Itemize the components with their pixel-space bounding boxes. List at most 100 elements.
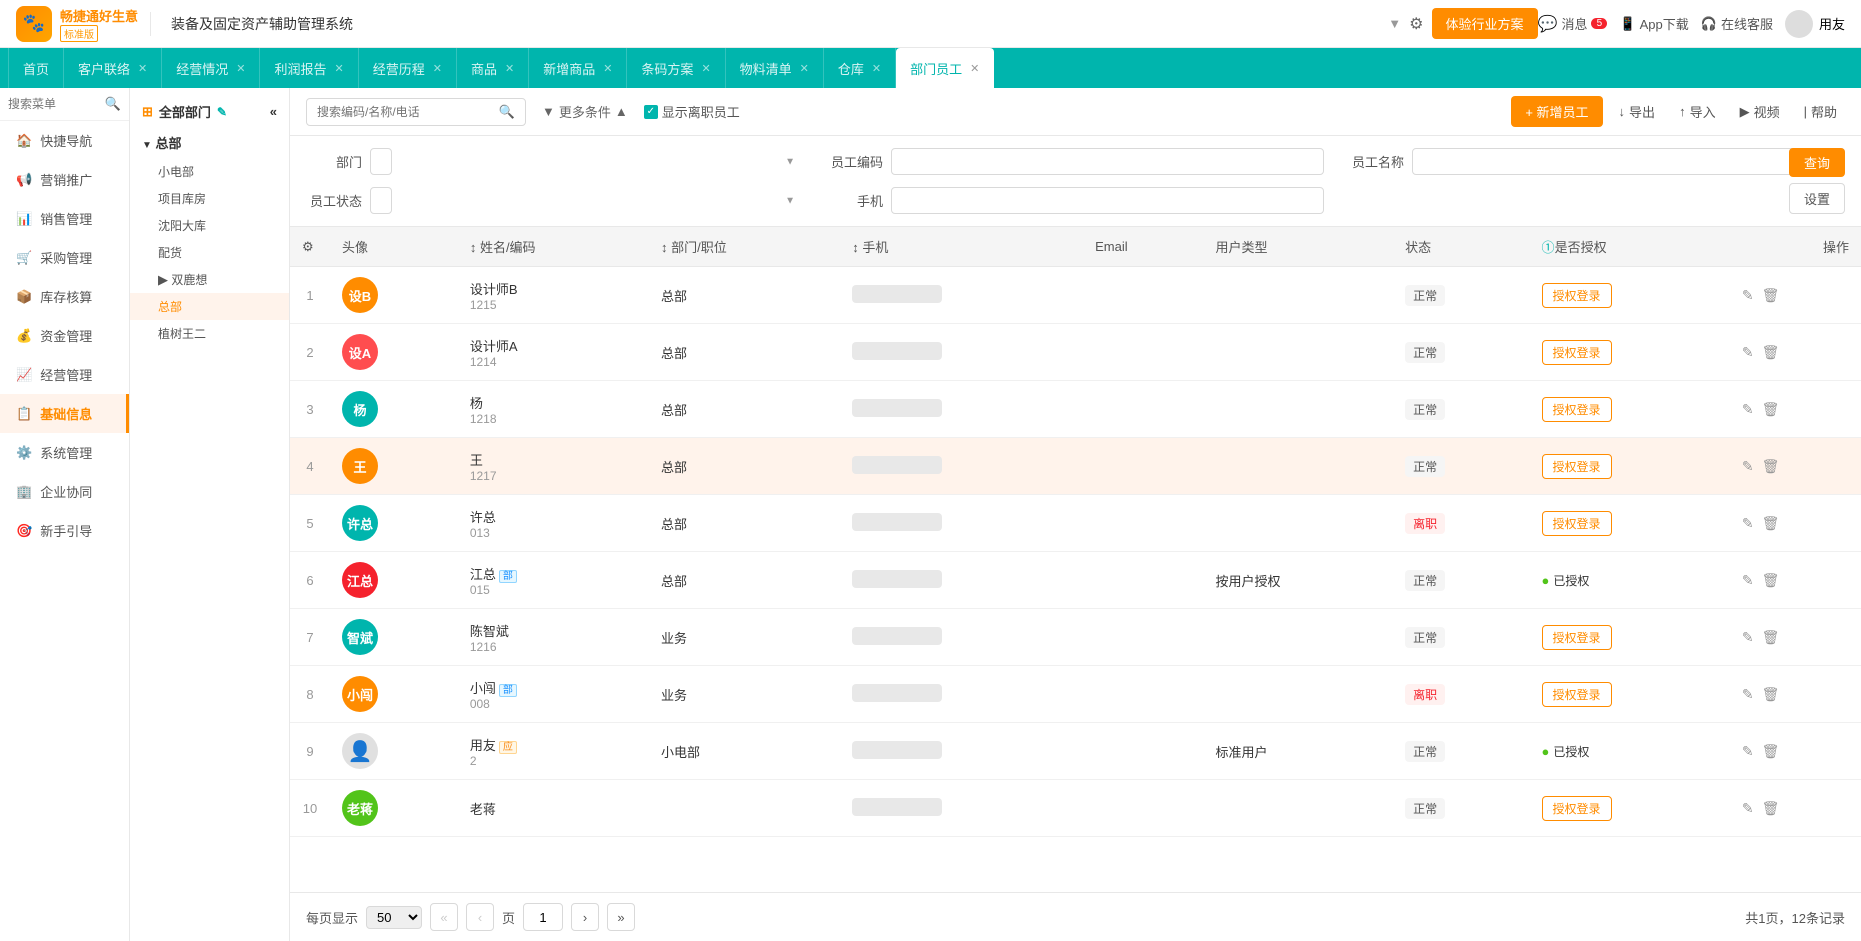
- first-page-btn[interactable]: «: [430, 903, 458, 931]
- auth-login-button[interactable]: 授权登录: [1542, 283, 1612, 308]
- auth-login-button[interactable]: 授权登录: [1542, 682, 1612, 707]
- col-name[interactable]: ↕ 姓名/编码: [458, 227, 649, 267]
- tab-warehouse[interactable]: 仓库 ✕: [824, 48, 896, 88]
- tab-goods[interactable]: 商品 ✕: [457, 48, 529, 88]
- add-employee-button[interactable]: + 新增员工: [1511, 96, 1602, 127]
- tab-customer-close[interactable]: ✕: [138, 62, 147, 75]
- app-download-btn[interactable]: 📱 App下载: [1619, 14, 1688, 33]
- prev-page-btn[interactable]: ‹: [466, 903, 494, 931]
- emp-name-input[interactable]: [1412, 148, 1845, 175]
- dropdown-arrow-icon[interactable]: ▼: [1388, 16, 1401, 31]
- reset-button[interactable]: 设置: [1789, 183, 1845, 214]
- col-dept[interactable]: ↕ 部门/职位: [649, 227, 840, 267]
- delete-icon[interactable]: 🗑: [1762, 572, 1780, 589]
- edit-icon[interactable]: ✎: [1742, 515, 1754, 532]
- tab-new-goods[interactable]: 新增商品 ✕: [529, 48, 627, 88]
- tab-profit-close[interactable]: ✕: [335, 62, 344, 75]
- tree-item-wang[interactable]: 植树王二: [130, 320, 289, 347]
- edit-icon[interactable]: ✎: [1742, 458, 1754, 475]
- phone-input[interactable]: [891, 187, 1324, 214]
- tab-customer[interactable]: 客户联络 ✕: [64, 48, 162, 88]
- tab-bom[interactable]: 物料清单 ✕: [726, 48, 824, 88]
- page-size-select[interactable]: 50 100: [366, 906, 422, 929]
- edit-icon[interactable]: ✎: [217, 105, 227, 119]
- auth-login-button[interactable]: 授权登录: [1542, 454, 1612, 479]
- delete-icon[interactable]: 🗑: [1762, 458, 1780, 475]
- auth-login-button[interactable]: 授权登录: [1542, 796, 1612, 821]
- edit-icon[interactable]: ✎: [1742, 629, 1754, 646]
- tab-operation-close[interactable]: ✕: [236, 62, 245, 75]
- col-settings[interactable]: ⚙: [290, 227, 330, 267]
- search-input[interactable]: [317, 105, 495, 119]
- tree-item-headquarter[interactable]: 总部: [130, 293, 289, 320]
- sidebar-item-system[interactable]: ⚙️ 系统管理: [0, 433, 129, 472]
- edit-icon[interactable]: ✎: [1742, 800, 1754, 817]
- tab-bom-close[interactable]: ✕: [800, 62, 809, 75]
- delete-icon[interactable]: 🗑: [1762, 344, 1780, 361]
- tab-profit[interactable]: 利润报告 ✕: [260, 48, 358, 88]
- message-btn[interactable]: 💬 消息 5: [1538, 14, 1608, 34]
- sidebar-item-basic[interactable]: 📋 基础信息: [0, 394, 129, 433]
- tab-journey[interactable]: 经营历程 ✕: [359, 48, 457, 88]
- help-btn[interactable]: | 帮助: [1796, 97, 1845, 126]
- tab-employees[interactable]: 部门员工 ✕: [896, 48, 994, 88]
- tree-item-project-room[interactable]: 项目库房: [130, 185, 289, 212]
- query-button[interactable]: 查询: [1789, 148, 1845, 177]
- tree-item-distribution[interactable]: 配货: [130, 239, 289, 266]
- delete-icon[interactable]: 🗑: [1762, 401, 1780, 418]
- delete-icon[interactable]: 🗑: [1762, 743, 1780, 760]
- edit-icon[interactable]: ✎: [1742, 572, 1754, 589]
- col-phone[interactable]: ↕ 手机: [840, 227, 1083, 267]
- next-page-btn[interactable]: ›: [571, 903, 599, 931]
- sidebar-item-operation[interactable]: 📈 经营管理: [0, 355, 129, 394]
- delete-icon[interactable]: 🗑: [1762, 629, 1780, 646]
- edit-icon[interactable]: ✎: [1742, 287, 1754, 304]
- edit-icon[interactable]: ✎: [1742, 743, 1754, 760]
- user-menu[interactable]: 用友: [1785, 10, 1845, 38]
- tab-goods-close[interactable]: ✕: [505, 62, 514, 75]
- sidebar-item-marketing[interactable]: 📢 营销推广: [0, 160, 129, 199]
- online-service-btn[interactable]: 🎧 在线客服: [1701, 14, 1773, 33]
- edit-icon[interactable]: ✎: [1742, 686, 1754, 703]
- delete-icon[interactable]: 🗑: [1762, 800, 1780, 817]
- tab-home[interactable]: 首页: [8, 48, 64, 88]
- sidebar-item-finance[interactable]: 💰 资金管理: [0, 316, 129, 355]
- dept-select[interactable]: [370, 148, 392, 175]
- tab-warehouse-close[interactable]: ✕: [872, 62, 881, 75]
- page-input[interactable]: [523, 903, 563, 931]
- auth-login-button[interactable]: 授权登录: [1542, 511, 1612, 536]
- tab-journey-close[interactable]: ✕: [433, 62, 442, 75]
- edit-icon[interactable]: ✎: [1742, 401, 1754, 418]
- sidebar-search-input[interactable]: [8, 97, 101, 111]
- tree-item-xiao-dian[interactable]: 小电部: [130, 158, 289, 185]
- import-btn[interactable]: ↑ 导入: [1671, 97, 1724, 126]
- view-btn[interactable]: ▶ 视频: [1732, 97, 1788, 126]
- delete-icon[interactable]: 🗑: [1762, 686, 1780, 703]
- tab-barcode[interactable]: 条码方案 ✕: [627, 48, 725, 88]
- gear-icon[interactable]: ⚙: [1409, 14, 1423, 34]
- auth-login-button[interactable]: 授权登录: [1542, 397, 1612, 422]
- delete-icon[interactable]: 🗑: [1762, 515, 1780, 532]
- delete-icon[interactable]: 🗑: [1762, 287, 1780, 304]
- sidebar-item-sales[interactable]: 📊 销售管理: [0, 199, 129, 238]
- show-inactive-checkbox[interactable]: ✓: [644, 105, 658, 119]
- trial-button[interactable]: 体验行业方案: [1432, 8, 1538, 39]
- show-inactive-wrap[interactable]: ✓ 显示离职员工: [644, 102, 740, 121]
- tab-barcode-close[interactable]: ✕: [701, 62, 710, 75]
- sidebar-item-enterprise[interactable]: 🏢 企业协同: [0, 472, 129, 511]
- tab-employees-close[interactable]: ✕: [970, 62, 979, 75]
- tab-operation[interactable]: 经营情况 ✕: [162, 48, 260, 88]
- edit-icon[interactable]: ✎: [1742, 344, 1754, 361]
- tree-item-shuanglu[interactable]: ▶ 双鹿想: [130, 266, 289, 293]
- sidebar-item-purchase[interactable]: 🛒 采购管理: [0, 238, 129, 277]
- last-page-btn[interactable]: »: [607, 903, 635, 931]
- export-btn[interactable]: ↓ 导出: [1611, 97, 1664, 126]
- emp-code-input[interactable]: [891, 148, 1324, 175]
- collapse-icon[interactable]: «: [270, 104, 277, 119]
- sidebar-item-quick[interactable]: 🏠 快捷导航: [0, 121, 129, 160]
- sidebar-item-guide[interactable]: 🎯 新手引导: [0, 511, 129, 550]
- sidebar-item-inventory[interactable]: 📦 库存核算: [0, 277, 129, 316]
- status-select[interactable]: [370, 187, 392, 214]
- tree-item-shenyang[interactable]: 沈阳大库: [130, 212, 289, 239]
- more-filter-btn[interactable]: ▼ 更多条件 ▲: [534, 97, 636, 126]
